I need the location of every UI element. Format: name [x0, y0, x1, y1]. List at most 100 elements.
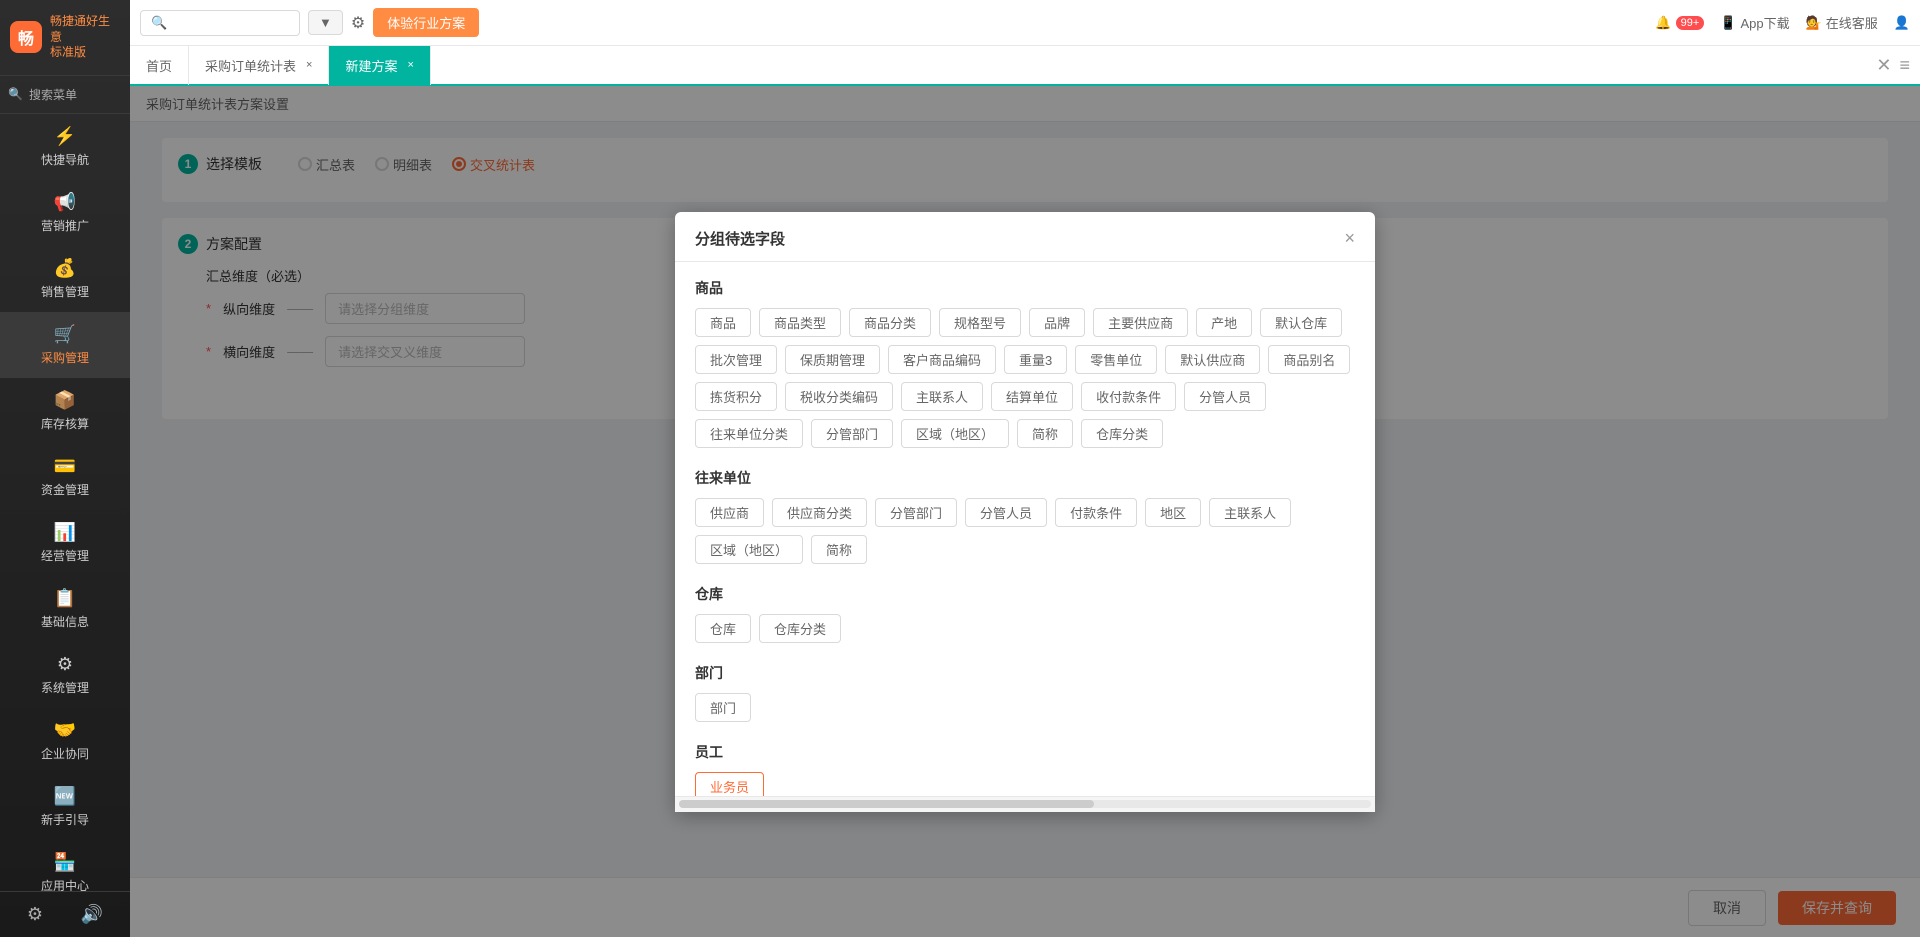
operation-icon: 📊 [54, 522, 76, 543]
tag-partner-3[interactable]: 分管人员 [965, 498, 1047, 527]
tag-partner-0[interactable]: 供应商 [695, 498, 764, 527]
sidebar-item-system[interactable]: ⚙ 系统管理 [0, 642, 130, 708]
scrollbar-thumb [679, 800, 1094, 808]
sidebar-item-purchase[interactable]: 🛒 采购管理 [0, 312, 130, 378]
tag-goods-9[interactable]: 保质期管理 [785, 345, 880, 374]
tabs-right: ✕ ≡ [1876, 55, 1920, 76]
tag-goods-18[interactable]: 结算单位 [991, 382, 1073, 411]
tag-goods-2[interactable]: 商品分类 [849, 308, 931, 337]
sidebar-item-label: 应用中心 [41, 877, 89, 891]
trial-button[interactable]: 体验行业方案 [373, 8, 479, 37]
section-warehouse: 仓库 仓库 仓库分类 [695, 584, 1355, 643]
sidebar-item-finance[interactable]: 💳 资金管理 [0, 444, 130, 510]
tabs-close-all-icon[interactable]: ✕ [1876, 55, 1891, 76]
sidebar-item-basic[interactable]: 📋 基础信息 [0, 576, 130, 642]
tag-goods-5[interactable]: 主要供应商 [1093, 308, 1188, 337]
user-avatar[interactable]: 👤 [1894, 15, 1910, 31]
tag-dept-0[interactable]: 部门 [695, 693, 751, 722]
section-department-title: 部门 [695, 663, 1355, 683]
main-content: 采购订单统计表方案设置 1 选择模板 汇总表 明细表 [130, 86, 1920, 937]
tag-goods-1[interactable]: 商品类型 [759, 308, 841, 337]
sidebar-item-label: 销售管理 [41, 283, 89, 300]
sidebar-item-sales[interactable]: 💰 销售管理 [0, 246, 130, 312]
tag-goods-6[interactable]: 产地 [1196, 308, 1252, 337]
sidebar-item-label: 快捷导航 [41, 151, 89, 168]
header-search[interactable]: 🔍 [140, 10, 300, 36]
tag-goods-0[interactable]: 商品 [695, 308, 751, 337]
tab-purchase-stats[interactable]: 采购订单统计表 × [189, 45, 329, 85]
tag-goods-12[interactable]: 零售单位 [1075, 345, 1157, 374]
header-right: 🔔 99+ 📱 App下载 💁 在线客服 👤 [1655, 13, 1910, 32]
sidebar-item-label: 资金管理 [41, 481, 89, 498]
sidebar: 畅 畅捷通好生意标准版 🔍 搜索菜单 ⚡ 快捷导航 📢 营销推广 💰 销售管理 … [0, 0, 130, 937]
tab-home[interactable]: 首页 [130, 45, 189, 85]
header-select[interactable]: ▼ [308, 10, 343, 35]
section-partner-tags: 供应商 供应商分类 分管部门 分管人员 付款条件 地区 主联系人 区域（地区） … [695, 498, 1355, 564]
tag-partner-6[interactable]: 主联系人 [1209, 498, 1291, 527]
header: 🔍 ▼ ⚙ 体验行业方案 🔔 99+ 📱 App下载 💁 在线客服 👤 [130, 0, 1920, 46]
tag-goods-13[interactable]: 默认供应商 [1165, 345, 1260, 374]
tag-warehouse-1[interactable]: 仓库分类 [759, 614, 841, 643]
section-department-tags: 部门 [695, 693, 1355, 722]
tab-purchase-stats-close[interactable]: × [306, 59, 312, 71]
sidebar-search[interactable]: 🔍 搜索菜单 [0, 76, 130, 114]
tag-goods-7[interactable]: 默认仓库 [1260, 308, 1342, 337]
tag-goods-10[interactable]: 客户商品编码 [888, 345, 996, 374]
tabs-more-icon[interactable]: ≡ [1899, 55, 1910, 76]
tag-goods-14[interactable]: 商品别名 [1268, 345, 1350, 374]
tag-goods-15[interactable]: 拣货积分 [695, 382, 777, 411]
tag-partner-5[interactable]: 地区 [1145, 498, 1201, 527]
header-gear-icon[interactable]: ⚙ [351, 13, 365, 33]
tag-goods-16[interactable]: 税收分类编码 [785, 382, 893, 411]
modal-overlay[interactable]: 分组待选字段 × 商品 商品 商品类型 商品分类 规格型号 品牌 主要供应商 产… [130, 86, 1920, 937]
tab-new-plan[interactable]: 新建方案 × [329, 45, 430, 85]
modal-scrollbar[interactable] [675, 796, 1375, 812]
tag-partner-8[interactable]: 简称 [811, 535, 867, 564]
sidebar-item-inventory[interactable]: 📦 库存核算 [0, 378, 130, 444]
tag-partner-2[interactable]: 分管部门 [875, 498, 957, 527]
tag-staff-0[interactable]: 业务员 [695, 772, 764, 796]
tag-goods-20[interactable]: 分管人员 [1184, 382, 1266, 411]
tag-partner-1[interactable]: 供应商分类 [772, 498, 867, 527]
tag-goods-19[interactable]: 收付款条件 [1081, 382, 1176, 411]
notification-item[interactable]: 🔔 99+ [1655, 15, 1704, 31]
sidebar-item-guide[interactable]: 🆕 新手引导 [0, 774, 130, 840]
tag-goods-11[interactable]: 重量3 [1004, 345, 1067, 374]
tag-goods-22[interactable]: 分管部门 [811, 419, 893, 448]
section-warehouse-tags: 仓库 仓库分类 [695, 614, 1355, 643]
tag-goods-21[interactable]: 往来单位分类 [695, 419, 803, 448]
sidebar-item-cooperate[interactable]: 🤝 企业协同 [0, 708, 130, 774]
header-search-icon: 🔍 [151, 15, 167, 31]
sidebar-item-marketing[interactable]: 📢 营销推广 [0, 180, 130, 246]
sidebar-item-appstore[interactable]: 🏪 应用中心 [0, 840, 130, 891]
sidebar-nav: ⚡ 快捷导航 📢 营销推广 💰 销售管理 🛒 采购管理 📦 库存核算 💳 资金管… [0, 114, 130, 891]
cooperate-icon: 🤝 [54, 720, 76, 741]
sidebar-item-label: 基础信息 [41, 613, 89, 630]
audio-icon[interactable]: 🔊 [81, 904, 103, 925]
tab-new-plan-label: 新建方案 [345, 56, 397, 75]
sidebar-item-operation[interactable]: 📊 经营管理 [0, 510, 130, 576]
tab-new-plan-close[interactable]: × [407, 59, 413, 71]
tag-goods-17[interactable]: 主联系人 [901, 382, 983, 411]
tag-goods-25[interactable]: 仓库分类 [1081, 419, 1163, 448]
tag-goods-23[interactable]: 区域（地区） [901, 419, 1009, 448]
settings-bottom-icon[interactable]: ⚙ [27, 904, 43, 925]
tag-goods-3[interactable]: 规格型号 [939, 308, 1021, 337]
section-staff: 员工 业务员 [695, 742, 1355, 796]
download-icon: 📱 [1720, 15, 1736, 31]
tag-goods-4[interactable]: 品牌 [1029, 308, 1085, 337]
sidebar-search-label: 搜索菜单 [29, 86, 77, 103]
tag-warehouse-0[interactable]: 仓库 [695, 614, 751, 643]
online-service-item[interactable]: 💁 在线客服 [1806, 13, 1878, 32]
tag-partner-7[interactable]: 区域（地区） [695, 535, 803, 564]
tag-goods-8[interactable]: 批次管理 [695, 345, 777, 374]
guide-icon: 🆕 [54, 786, 76, 807]
app-download-item[interactable]: 📱 App下载 [1720, 13, 1789, 32]
tab-purchase-stats-label: 采购订单统计表 [205, 56, 296, 75]
purchase-icon: 🛒 [54, 324, 76, 345]
modal-close-button[interactable]: × [1344, 228, 1355, 249]
tag-goods-24[interactable]: 简称 [1017, 419, 1073, 448]
tag-partner-4[interactable]: 付款条件 [1055, 498, 1137, 527]
sidebar-item-label: 经营管理 [41, 547, 89, 564]
sidebar-item-quick-nav[interactable]: ⚡ 快捷导航 [0, 114, 130, 180]
